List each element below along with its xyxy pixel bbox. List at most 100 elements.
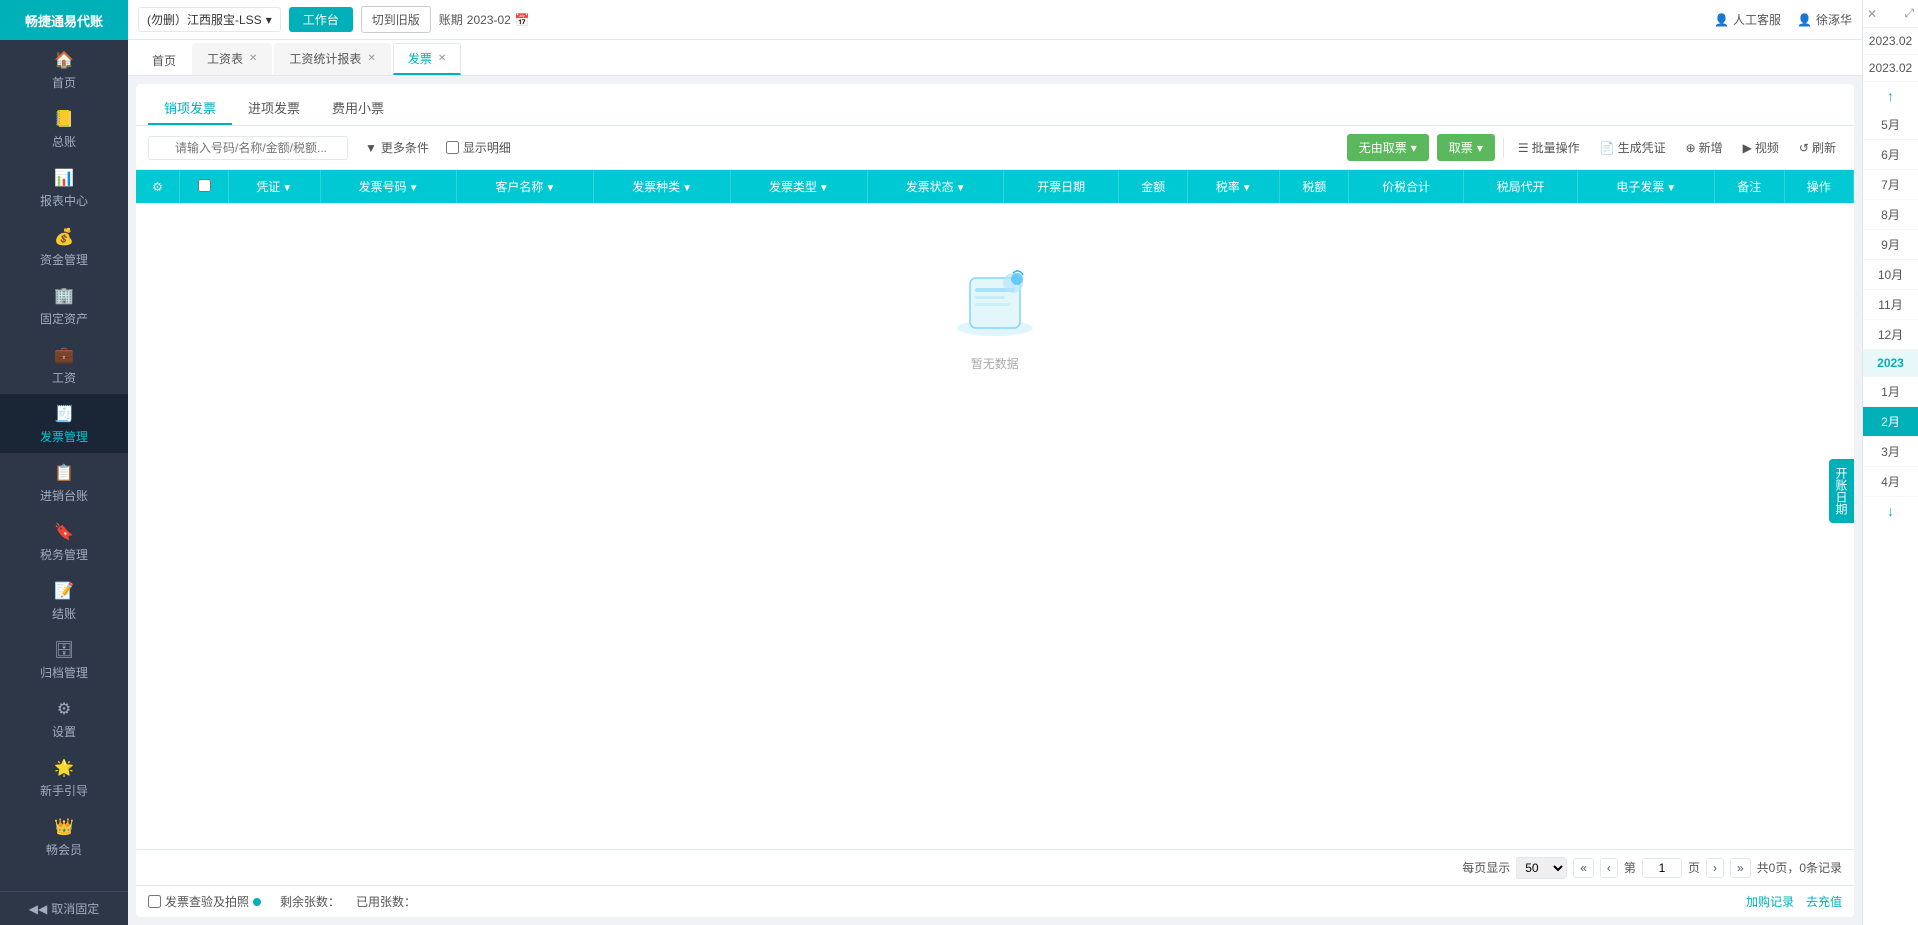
sidebar-item-home[interactable]: 🏠首页 [0, 40, 128, 99]
sidebar-item-member[interactable]: 👑畅会员 [0, 807, 128, 866]
tax-icon: 🔖 [54, 522, 74, 542]
filter-icon: ▼ [365, 141, 377, 155]
no-invoice-button[interactable]: 无由取票 ▾ [1347, 134, 1429, 161]
page-input[interactable] [1642, 858, 1682, 878]
sidebar-item-funds[interactable]: 💰资金管理 [0, 217, 128, 276]
sub-tab-sales[interactable]: 销项发票 [148, 92, 232, 125]
sidebar-collapse-btn[interactable]: ◀◀ 取消固定 [0, 892, 128, 925]
date-item-7月[interactable]: 7月 [1863, 170, 1918, 200]
th-invoice_type[interactable]: 发票种类▼ [594, 170, 731, 203]
sub-tab-expense[interactable]: 费用小票 [316, 92, 400, 125]
reports-icon: 📊 [54, 168, 74, 188]
sidebar-item-settings[interactable]: ⚙设置 [0, 689, 128, 748]
date-item-6月[interactable]: 6月 [1863, 140, 1918, 170]
rp-nav-up-btn[interactable]: ↑ [1863, 82, 1918, 110]
date-item-2月[interactable]: 2月 [1863, 407, 1918, 437]
sidebar-item-tax[interactable]: 🔖税务管理 [0, 512, 128, 571]
new-button[interactable]: ⊕ 新增 [1680, 135, 1729, 160]
sidebar-item-settlement[interactable]: 📝结账 [0, 571, 128, 630]
generate-voucher-button[interactable]: 📄 生成凭证 [1594, 135, 1672, 160]
search-input[interactable] [148, 136, 348, 160]
company-selector[interactable]: (勿删）江西服宝-LSS ▾ [138, 7, 281, 32]
sort-icon-invoice_category: ▼ [819, 183, 829, 194]
th-voucher[interactable]: 凭证▼ [228, 170, 320, 203]
sort-icon-invoice_status: ▼ [956, 183, 966, 194]
video-icon: ▶ [1743, 141, 1752, 155]
sidebar-item-ledger[interactable]: 📒总账 [0, 99, 128, 158]
close-tab-salary_stat[interactable]: ✕ [367, 53, 375, 64]
date-item-4月[interactable]: 4月 [1863, 467, 1918, 497]
prev-page-btn[interactable]: ‹ [1600, 858, 1618, 878]
date-item-1月[interactable]: 1月 [1863, 377, 1918, 407]
date-item-9月[interactable]: 9月 [1863, 230, 1918, 260]
sort-icon-voucher: ▼ [282, 183, 292, 194]
old-version-button[interactable]: 切到旧版 [361, 6, 431, 33]
dropdown-icon: ▾ [266, 13, 272, 27]
close-tab-salary[interactable]: ✕ [249, 53, 257, 64]
recharge-link[interactable]: 去充值 [1806, 893, 1842, 910]
tab-home[interactable]: 首页 [138, 46, 190, 75]
toolbar-right: 无由取票 ▾ 取票 ▾ ☰ 批量操作 📄 生成凭证 ⊕ [1347, 134, 1842, 161]
next-page-btn[interactable]: › [1706, 858, 1724, 878]
th-customer[interactable]: 客户名称▼ [457, 170, 594, 203]
th-checkbox [180, 170, 229, 203]
show-detail-checkbox[interactable]: 显示明细 [446, 139, 511, 156]
tab-invoice[interactable]: 发票✕ [393, 43, 461, 75]
home-icon: 🏠 [54, 50, 74, 70]
th-tax_rate[interactable]: 税率▼ [1188, 170, 1280, 203]
sub-tab-purchase[interactable]: 进项发票 [232, 92, 316, 125]
invoice-button[interactable]: 取票 ▾ [1437, 134, 1495, 161]
tab-salary[interactable]: 工资表✕ [192, 43, 272, 75]
right-panel-expand-btn[interactable]: ⤢ [1904, 6, 1914, 21]
status-dot [253, 898, 261, 906]
sidebar-item-archive[interactable]: 🗄归档管理 [0, 630, 128, 689]
batch-op-button[interactable]: ☰ 批量操作 [1512, 135, 1586, 160]
tab-salary_stat[interactable]: 工资统计报表✕ [274, 43, 390, 75]
video-button[interactable]: ▶ 视频 [1737, 135, 1785, 160]
rp-nav-down-btn[interactable]: ↓ [1863, 497, 1918, 525]
th-invoice_category[interactable]: 发票类型▼ [730, 170, 867, 203]
page-size-select[interactable]: 50 10 20 100 [1516, 857, 1567, 879]
select-all-checkbox[interactable] [198, 179, 211, 192]
toolbar-left: 🔍 ▼ 更多条件 显示明细 [148, 134, 1339, 161]
dropdown-arrow-icon2: ▾ [1477, 141, 1483, 155]
first-page-btn[interactable]: « [1573, 858, 1594, 878]
sidebar-item-guide[interactable]: 🌟新手引导 [0, 748, 128, 807]
refresh-button[interactable]: ↺ 刷新 [1793, 135, 1842, 160]
th-invoice_no[interactable]: 发票号码▼ [320, 170, 457, 203]
invoice_mgmt-icon: 🧾 [54, 404, 74, 424]
date-item-2023-02[interactable]: 2023.02 [1863, 55, 1918, 82]
ledger-icon: 📒 [54, 109, 74, 129]
sidebar-item-assets[interactable]: 🏢固定资产 [0, 276, 128, 335]
th-tax_code: 税局代开 [1463, 170, 1577, 203]
sidebar-item-invoice_mgmt[interactable]: 🧾发票管理 [0, 394, 128, 453]
funds-icon: 💰 [54, 227, 74, 247]
date-item-2023-02[interactable]: 2023.02 [1863, 28, 1918, 55]
last-page-btn[interactable]: » [1730, 858, 1751, 878]
sidebar-item-salary[interactable]: 💼工资 [0, 335, 128, 394]
close-tab-invoice[interactable]: ✕ [438, 53, 446, 64]
show-detail-input[interactable] [446, 141, 459, 154]
content-area: 销项发票进项发票费用小票 🔍 ▼ 更多条件 显示明细 [136, 84, 1854, 917]
sub-tabs: 销项发票进项发票费用小票 [136, 84, 1854, 126]
date-item-12月[interactable]: 12月 [1863, 320, 1918, 350]
workspace-button[interactable]: 工作台 [289, 7, 353, 32]
th-e_invoice[interactable]: 电子发票▼ [1578, 170, 1715, 203]
date-item-11月[interactable]: 11月 [1863, 290, 1918, 320]
right-panel-close-btn[interactable]: ✕ [1867, 7, 1877, 21]
date-item-5月[interactable]: 5月 [1863, 110, 1918, 140]
add-record-link[interactable]: 加购记录 [1746, 893, 1794, 910]
date-item-10月[interactable]: 10月 [1863, 260, 1918, 290]
sidebar-item-sales_ledger[interactable]: 📋进销台账 [0, 453, 128, 512]
invoice-check-input[interactable] [148, 895, 161, 908]
invoice-check-label[interactable]: 发票查验及拍照 [148, 893, 264, 910]
open-period-button[interactable]: 开账日期 [1829, 459, 1854, 523]
date-item-3月[interactable]: 3月 [1863, 437, 1918, 467]
service-button[interactable]: 👤 人工客服 [1714, 11, 1781, 28]
more-conditions-btn[interactable]: ▼ 更多条件 [356, 134, 438, 161]
sidebar-item-reports[interactable]: 📊报表中心 [0, 158, 128, 217]
date-item-8月[interactable]: 8月 [1863, 200, 1918, 230]
topbar: (勿删）江西服宝-LSS ▾ 工作台 切到旧版 账期 2023-02 📅 👤 人… [128, 0, 1862, 40]
user-menu[interactable]: 👤 徐涿华 [1797, 11, 1852, 28]
th-invoice_status[interactable]: 发票状态▼ [867, 170, 1004, 203]
